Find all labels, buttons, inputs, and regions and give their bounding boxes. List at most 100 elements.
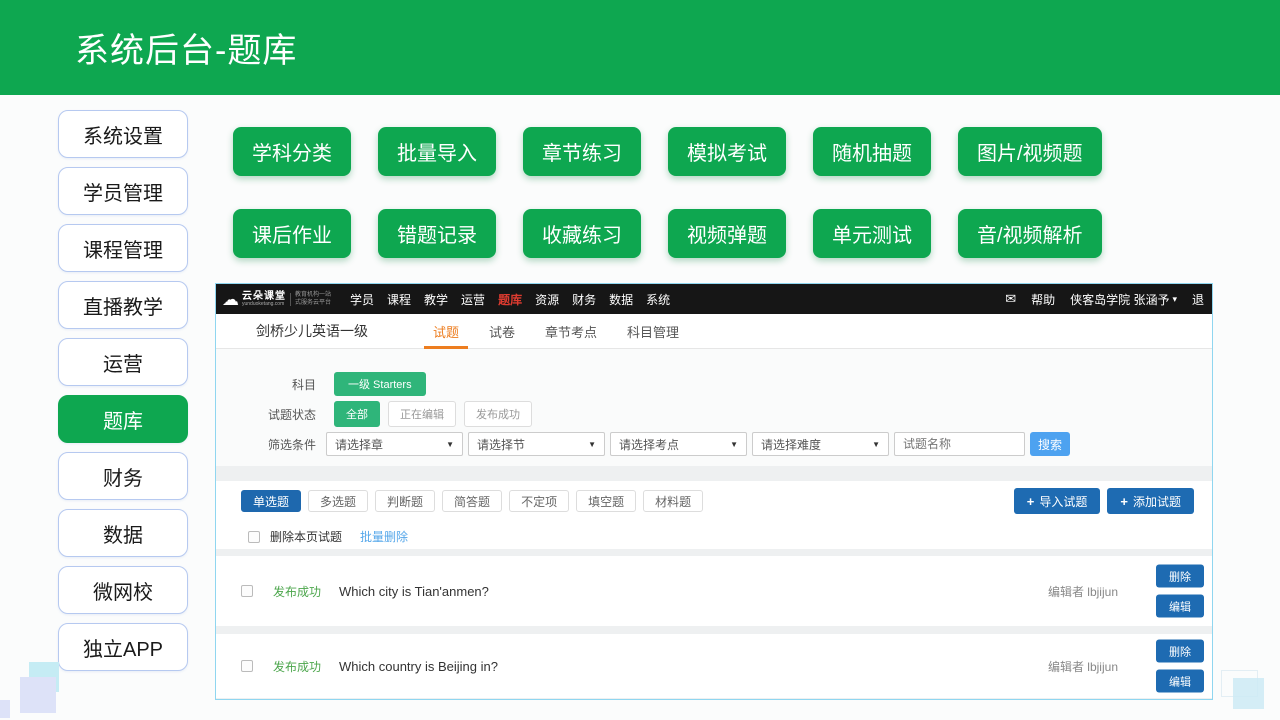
- app-tabs: 试题 试卷 章节考点 科目管理: [433, 314, 679, 349]
- status-option[interactable]: 正在编辑: [388, 401, 456, 427]
- batch-delete-link[interactable]: 批量删除: [360, 528, 408, 545]
- sidebar-item[interactable]: 系统设置: [58, 110, 188, 158]
- app-nav-item[interactable]: 题库: [498, 291, 522, 308]
- app-nav-item[interactable]: 学员: [350, 291, 374, 308]
- sidebar-item[interactable]: 运营: [58, 338, 188, 386]
- sidebar-item[interactable]: 数据: [58, 509, 188, 557]
- edit-button[interactable]: 编辑: [1156, 670, 1204, 693]
- app-logo[interactable]: ☁ 云朵课堂 yunduoketang.com 教育机构一站 式服务云平台: [222, 291, 344, 308]
- conditions-label: 筛选条件: [233, 436, 316, 453]
- filter-dropdown[interactable]: 请选择难度 ▼: [752, 432, 889, 456]
- subject-filter-row: 科目 一级 Starters: [233, 372, 1212, 396]
- app-nav-item[interactable]: 课程: [387, 291, 411, 308]
- embedded-app-screenshot: ☁ 云朵课堂 yunduoketang.com 教育机构一站 式服务云平台 学员…: [215, 283, 1213, 700]
- subject-tag[interactable]: 一级 Starters: [334, 372, 426, 396]
- caret-down-icon: ▼: [872, 440, 880, 449]
- sidebar-item[interactable]: 直播教学: [58, 281, 188, 329]
- filter-dropdown[interactable]: 请选择节 ▼: [468, 432, 605, 456]
- status-option[interactable]: 全部: [334, 401, 380, 427]
- divider: [216, 549, 1212, 556]
- decoration-square: [0, 700, 10, 718]
- feature-button[interactable]: 学科分类: [233, 127, 351, 176]
- filter-dropdown[interactable]: 请选择考点 ▼: [610, 432, 747, 456]
- question-text: Which country is Beijing in?: [339, 659, 498, 674]
- course-title: 剑桥少儿英语一级: [256, 321, 368, 341]
- edit-button[interactable]: 编辑: [1156, 595, 1204, 618]
- feature-button[interactable]: 图片/视频题: [958, 127, 1102, 176]
- bulk-actions-row: 删除本页试题 批量删除: [216, 528, 1212, 545]
- app-tab[interactable]: 科目管理: [627, 314, 679, 349]
- app-nav-item[interactable]: 系统: [646, 291, 670, 308]
- account-menu[interactable]: 侠客岛学院 张涵予 ▾: [1070, 291, 1177, 308]
- app-nav-right: ✉ 帮助 侠客岛学院 张涵予 ▾ 退: [1005, 291, 1204, 308]
- logo-tagline-line1: 教育机构一站: [295, 291, 331, 299]
- app-nav-item[interactable]: 财务: [572, 291, 596, 308]
- feature-button[interactable]: 单元测试: [813, 209, 931, 258]
- help-link[interactable]: 帮助: [1031, 291, 1055, 308]
- action-buttons: + 导入试题 + 添加试题: [1014, 488, 1194, 514]
- divider: [216, 466, 1212, 481]
- sidebar-item[interactable]: 独立APP: [58, 623, 188, 671]
- row-checkbox[interactable]: [241, 660, 253, 672]
- search-button[interactable]: 搜索: [1030, 432, 1070, 456]
- import-questions-button[interactable]: + 导入试题: [1014, 488, 1101, 514]
- caret-down-icon: ▼: [588, 440, 596, 449]
- brand-domain: yunduoketang.com: [242, 302, 286, 308]
- question-type-tab[interactable]: 多选题: [308, 490, 368, 512]
- feature-button[interactable]: 模拟考试: [668, 127, 786, 176]
- question-type-tab[interactable]: 判断题: [375, 490, 435, 512]
- row-checkbox[interactable]: [241, 585, 253, 597]
- feature-button[interactable]: 视频弹题: [668, 209, 786, 258]
- mail-icon[interactable]: ✉: [1005, 291, 1016, 307]
- app-tab[interactable]: 章节考点: [545, 314, 597, 349]
- question-type-tab[interactable]: 单选题: [241, 490, 301, 512]
- status-options: 全部 正在编辑 发布成功: [334, 401, 532, 427]
- logout-link[interactable]: 退: [1192, 291, 1204, 308]
- app-nav-item[interactable]: 资源: [535, 291, 559, 308]
- dropdown-placeholder: 请选择节: [477, 436, 525, 453]
- app-nav-item[interactable]: 数据: [609, 291, 633, 308]
- status-label: 试题状态: [233, 406, 316, 423]
- feature-button[interactable]: 批量导入: [378, 127, 496, 176]
- app-tab[interactable]: 试题: [433, 314, 459, 349]
- delete-button[interactable]: 删除: [1156, 565, 1204, 588]
- feature-button[interactable]: 错题记录: [378, 209, 496, 258]
- app-nav-item[interactable]: 教学: [424, 291, 448, 308]
- feature-buttons-row-2: 课后作业 错题记录 收藏练习 视频弹题 单元测试 音/视频解析: [233, 209, 1102, 258]
- filter-dropdowns: 请选择章 ▼ 请选择节 ▼ 请选择考点 ▼: [326, 432, 894, 456]
- app-tab[interactable]: 试卷: [489, 314, 515, 349]
- filter-section: 科目 一级 Starters 试题状态 全部 正在编辑 发布成功 筛选条件: [216, 349, 1212, 466]
- question-type-tab[interactable]: 填空题: [576, 490, 636, 512]
- select-all-checkbox[interactable]: [248, 531, 260, 543]
- feature-button[interactable]: 收藏练习: [523, 209, 641, 258]
- sidebar-item[interactable]: 财务: [58, 452, 188, 500]
- filter-dropdown[interactable]: 请选择章 ▼: [326, 432, 463, 456]
- sidebar-item[interactable]: 学员管理: [58, 167, 188, 215]
- question-name-input[interactable]: [894, 432, 1025, 456]
- decoration-square: [20, 677, 56, 713]
- add-question-button[interactable]: + 添加试题: [1107, 488, 1194, 514]
- page-header: 系统后台-题库: [0, 0, 1280, 95]
- feature-button[interactable]: 音/视频解析: [958, 209, 1102, 258]
- delete-button[interactable]: 删除: [1156, 640, 1204, 663]
- feature-button[interactable]: 课后作业: [233, 209, 351, 258]
- question-type-row: 单选题 多选题 判断题 简答题 不定项 填空题 材料题: [216, 488, 1212, 514]
- question-type-tab[interactable]: 材料题: [643, 490, 703, 512]
- editor-label: 编辑者 lbjijun: [1048, 658, 1118, 675]
- app-nav-item[interactable]: 运营: [461, 291, 485, 308]
- toolbar-block: 单选题 多选题 判断题 简答题 不定项 填空题 材料题: [216, 481, 1212, 549]
- question-row: 发布成功 Which city is Tian'anmen? 编辑者 lbjij…: [216, 556, 1212, 626]
- status-option[interactable]: 发布成功: [464, 401, 532, 427]
- sidebar-item[interactable]: 课程管理: [58, 224, 188, 272]
- plus-icon: +: [1120, 494, 1128, 509]
- caret-down-icon: ▼: [446, 440, 454, 449]
- sidebar-item[interactable]: 微网校: [58, 566, 188, 614]
- status-badge: 发布成功: [273, 658, 321, 675]
- account-name: 侠客岛学院 张涵予: [1070, 291, 1169, 308]
- feature-button[interactable]: 章节练习: [523, 127, 641, 176]
- status-filter-row: 试题状态 全部 正在编辑 发布成功: [233, 402, 1212, 426]
- sidebar-item[interactable]: 题库: [58, 395, 188, 443]
- feature-button[interactable]: 随机抽题: [813, 127, 931, 176]
- question-type-tab[interactable]: 不定项: [509, 490, 569, 512]
- question-type-tab[interactable]: 简答题: [442, 490, 502, 512]
